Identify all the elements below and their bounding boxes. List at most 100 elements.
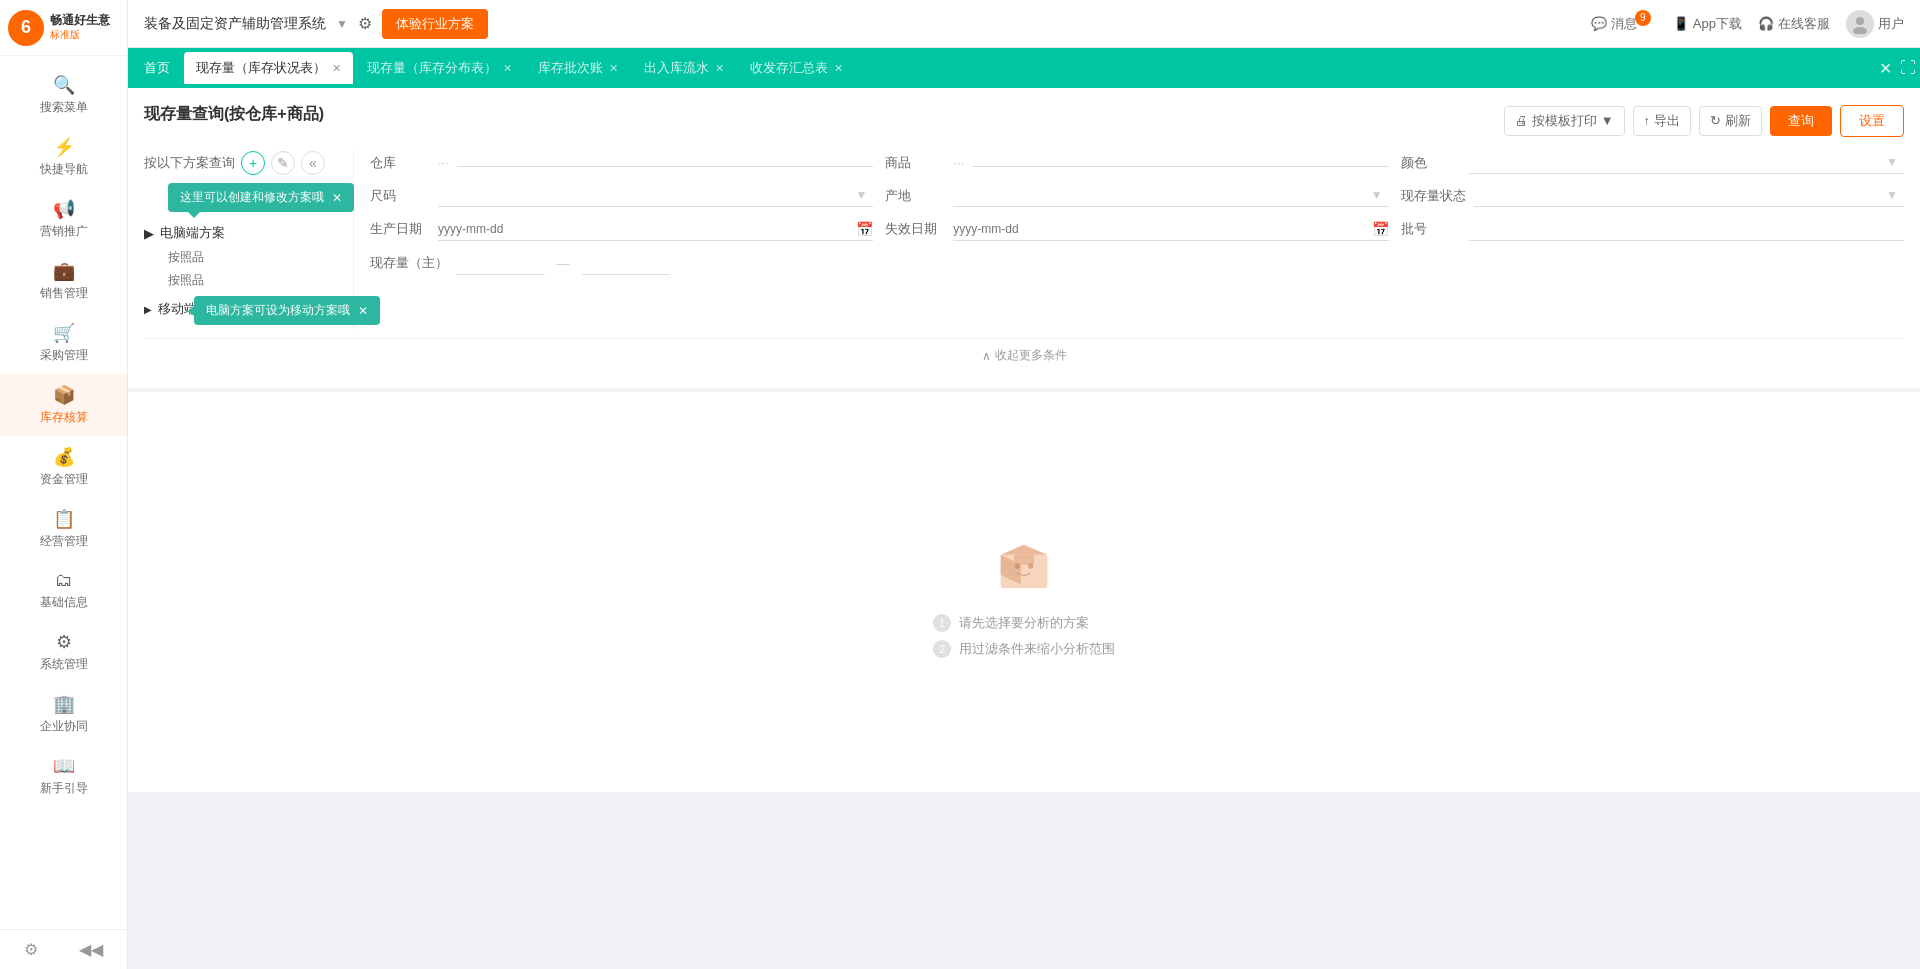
sidebar-item-enterprise[interactable]: 🏢 企业协同 xyxy=(0,683,127,745)
color-field: 颜色 ▼ xyxy=(1401,151,1904,174)
expiry-date-calendar-icon[interactable]: 📅 xyxy=(1372,221,1389,237)
query-section: 现存量查询(按仓库+商品) 🖨 按模板打印 ▼ ↑ 导出 ↻ 刷新 xyxy=(128,88,1920,388)
app-version: 标准版 xyxy=(50,28,110,42)
sidebar-item-purchase[interactable]: 🛒 采购管理 xyxy=(0,312,127,374)
warehouse-dots[interactable]: ··· xyxy=(438,155,449,170)
tab-home[interactable]: 首页 xyxy=(132,59,182,77)
scheme-group-pc-title[interactable]: ▶ 电脑端方案 xyxy=(144,220,341,246)
empty-state: 1 请先选择要分析的方案 2 用过滤条件来缩小分析范围 xyxy=(913,458,1135,726)
sidebar-item-marketing[interactable]: 📢 营销推广 xyxy=(0,188,127,250)
app-download-item[interactable]: 📱 App下载 xyxy=(1673,15,1742,33)
tab-bar-end: ✕ ⛶ xyxy=(1879,59,1916,78)
svg-point-3 xyxy=(1853,27,1867,34)
empty-tips: 1 请先选择要分析的方案 2 用过滤条件来缩小分析范围 xyxy=(933,614,1115,666)
collapse-bar[interactable]: ∧ 收起更多条件 xyxy=(144,338,1904,372)
tab-inventory-dist-label: 现存量（库存分布表） xyxy=(367,59,497,77)
tab-expand-icon[interactable]: ⛶ xyxy=(1900,59,1916,78)
tab-collection-summary[interactable]: 收发存汇总表 ✕ xyxy=(738,52,855,84)
basic-icon: 🗂 xyxy=(55,570,73,591)
sidebar-item-inventory[interactable]: 📦 库存核算 xyxy=(0,374,127,436)
tooltip1-close[interactable]: ✕ xyxy=(358,304,368,318)
system-title: 装备及固定资产辅助管理系统 xyxy=(144,15,326,33)
export-icon: ↑ xyxy=(1644,113,1651,128)
expiry-date-input[interactable] xyxy=(953,218,1367,240)
chevron-right-icon2: ▶ xyxy=(144,304,152,315)
tab-bar: 首页 现存量（库存状况表） ✕ 现存量（库存分布表） ✕ 库存批次账 ✕ 出入库… xyxy=(128,48,1920,88)
system-dropdown-icon[interactable]: ▼ xyxy=(336,17,348,31)
settings-icon[interactable]: ⚙ xyxy=(358,14,372,33)
collapse-label: 收起更多条件 xyxy=(995,347,1067,364)
tab-close-inventory-status[interactable]: ✕ xyxy=(332,62,341,75)
production-date-calendar-icon[interactable]: 📅 xyxy=(856,221,873,237)
header-right: 💬 消息 9 📱 App下载 🎧 在线客服 用户 xyxy=(1591,10,1904,38)
message-item[interactable]: 💬 消息 9 xyxy=(1591,15,1657,33)
sidebar-item-newguide[interactable]: 📖 新手引导 xyxy=(0,745,127,807)
sidebar-item-search[interactable]: 🔍 搜索菜单 xyxy=(0,64,127,126)
settings-bottom-icon[interactable]: ⚙ xyxy=(24,940,38,959)
tab-close-batch-account[interactable]: ✕ xyxy=(609,62,618,75)
size-select[interactable]: ▼ xyxy=(438,184,873,207)
sidebar-item-quicknav[interactable]: ⚡ 快捷导航 xyxy=(0,126,127,188)
tab-batch-account[interactable]: 库存批次账 ✕ xyxy=(526,52,630,84)
newguide-icon: 📖 xyxy=(53,755,75,777)
sidebar-item-sales[interactable]: 💼 销售管理 xyxy=(0,250,127,312)
logo-svg: 6 xyxy=(8,10,44,46)
range-separator: — xyxy=(553,256,574,271)
stock-main-input-min[interactable] xyxy=(456,251,545,275)
production-date-input[interactable] xyxy=(438,218,852,240)
sidebar-item-label: 销售管理 xyxy=(40,285,88,302)
tab-close-all-icon[interactable]: ✕ xyxy=(1879,59,1892,78)
export-button[interactable]: ↑ 导出 xyxy=(1633,106,1692,136)
batch-input[interactable] xyxy=(1469,217,1904,241)
add-scheme-btn[interactable]: + xyxy=(241,151,265,175)
tip-num-2: 2 xyxy=(933,640,951,658)
expiry-date-label: 失效日期 xyxy=(885,220,945,238)
sidebar-item-basic[interactable]: 🗂 基础信息 xyxy=(0,560,127,621)
query-button[interactable]: 查询 xyxy=(1770,106,1832,136)
sidebar-item-operations[interactable]: 📋 经营管理 xyxy=(0,498,127,560)
collapse-sidebar-icon[interactable]: ◀◀ xyxy=(79,940,103,959)
sidebar-item-label: 营销推广 xyxy=(40,223,88,240)
refresh-button[interactable]: ↻ 刷新 xyxy=(1699,106,1762,136)
sidebar-item-finance[interactable]: 💰 资金管理 xyxy=(0,436,127,498)
setup-button[interactable]: 设置 xyxy=(1840,105,1904,137)
color-select[interactable]: ▼ xyxy=(1469,151,1904,174)
stock-status-select[interactable]: ▼ xyxy=(1474,184,1904,207)
filter-row-4: 现存量（主） — xyxy=(370,251,1904,275)
scheme-item-1[interactable]: 按照品 xyxy=(144,246,341,269)
tip-text-1: 请先选择要分析的方案 xyxy=(959,614,1089,632)
print-dropdown-icon[interactable]: ▼ xyxy=(1601,113,1614,128)
svg-point-2 xyxy=(1856,17,1864,25)
inventory-icon: 📦 xyxy=(53,384,75,406)
sidebar-item-system[interactable]: ⚙ 系统管理 xyxy=(0,621,127,683)
user-item[interactable]: 用户 xyxy=(1846,10,1904,38)
page-content: 现存量查询(按仓库+商品) 🖨 按模板打印 ▼ ↑ 导出 ↻ 刷新 xyxy=(128,88,1920,969)
origin-select[interactable]: ▼ xyxy=(953,184,1388,207)
stock-main-input-max[interactable] xyxy=(582,251,671,275)
tooltip2-close[interactable]: ✕ xyxy=(332,191,342,205)
tab-close-inventory-dist[interactable]: ✕ xyxy=(503,62,512,75)
scheme-item-2[interactable]: 按照品 xyxy=(144,269,341,292)
goods-dots[interactable]: ··· xyxy=(953,155,964,170)
tab-inventory-status[interactable]: 现存量（库存状况表） ✕ xyxy=(184,52,353,84)
trial-btn[interactable]: 体验行业方案 xyxy=(382,9,488,39)
stock-status-dropdown-arrow: ▼ xyxy=(1886,188,1898,202)
svg-rect-7 xyxy=(1014,555,1034,565)
tab-inventory-dist[interactable]: 现存量（库存分布表） ✕ xyxy=(355,52,524,84)
filter-row-1: 仓库 ··· 商品 ··· 颜色 xyxy=(370,151,1904,174)
warehouse-label: 仓库 xyxy=(370,154,430,172)
header-left: 装备及固定资产辅助管理系统 ▼ ⚙ 体验行业方案 xyxy=(144,9,488,39)
print-button[interactable]: 🖨 按模板打印 ▼ xyxy=(1504,106,1625,136)
filter-scheme-header: 按以下方案查询 + ✎ « xyxy=(144,151,341,175)
color-dropdown-arrow: ▼ xyxy=(1886,155,1898,169)
tab-close-collection-summary[interactable]: ✕ xyxy=(834,62,843,75)
tab-close-in-out-flow[interactable]: ✕ xyxy=(715,62,724,75)
size-field: 尺码 ▼ xyxy=(370,184,873,207)
left-arrow-btn[interactable]: « xyxy=(301,151,325,175)
online-service-item[interactable]: 🎧 在线客服 xyxy=(1758,15,1830,33)
tab-in-out-flow[interactable]: 出入库流水 ✕ xyxy=(632,52,736,84)
production-date-wrapper: 📅 xyxy=(438,218,873,241)
sidebar-item-label: 系统管理 xyxy=(40,656,88,673)
tab-inventory-status-label: 现存量（库存状况表） xyxy=(196,59,326,77)
edit-scheme-btn[interactable]: ✎ xyxy=(271,151,295,175)
